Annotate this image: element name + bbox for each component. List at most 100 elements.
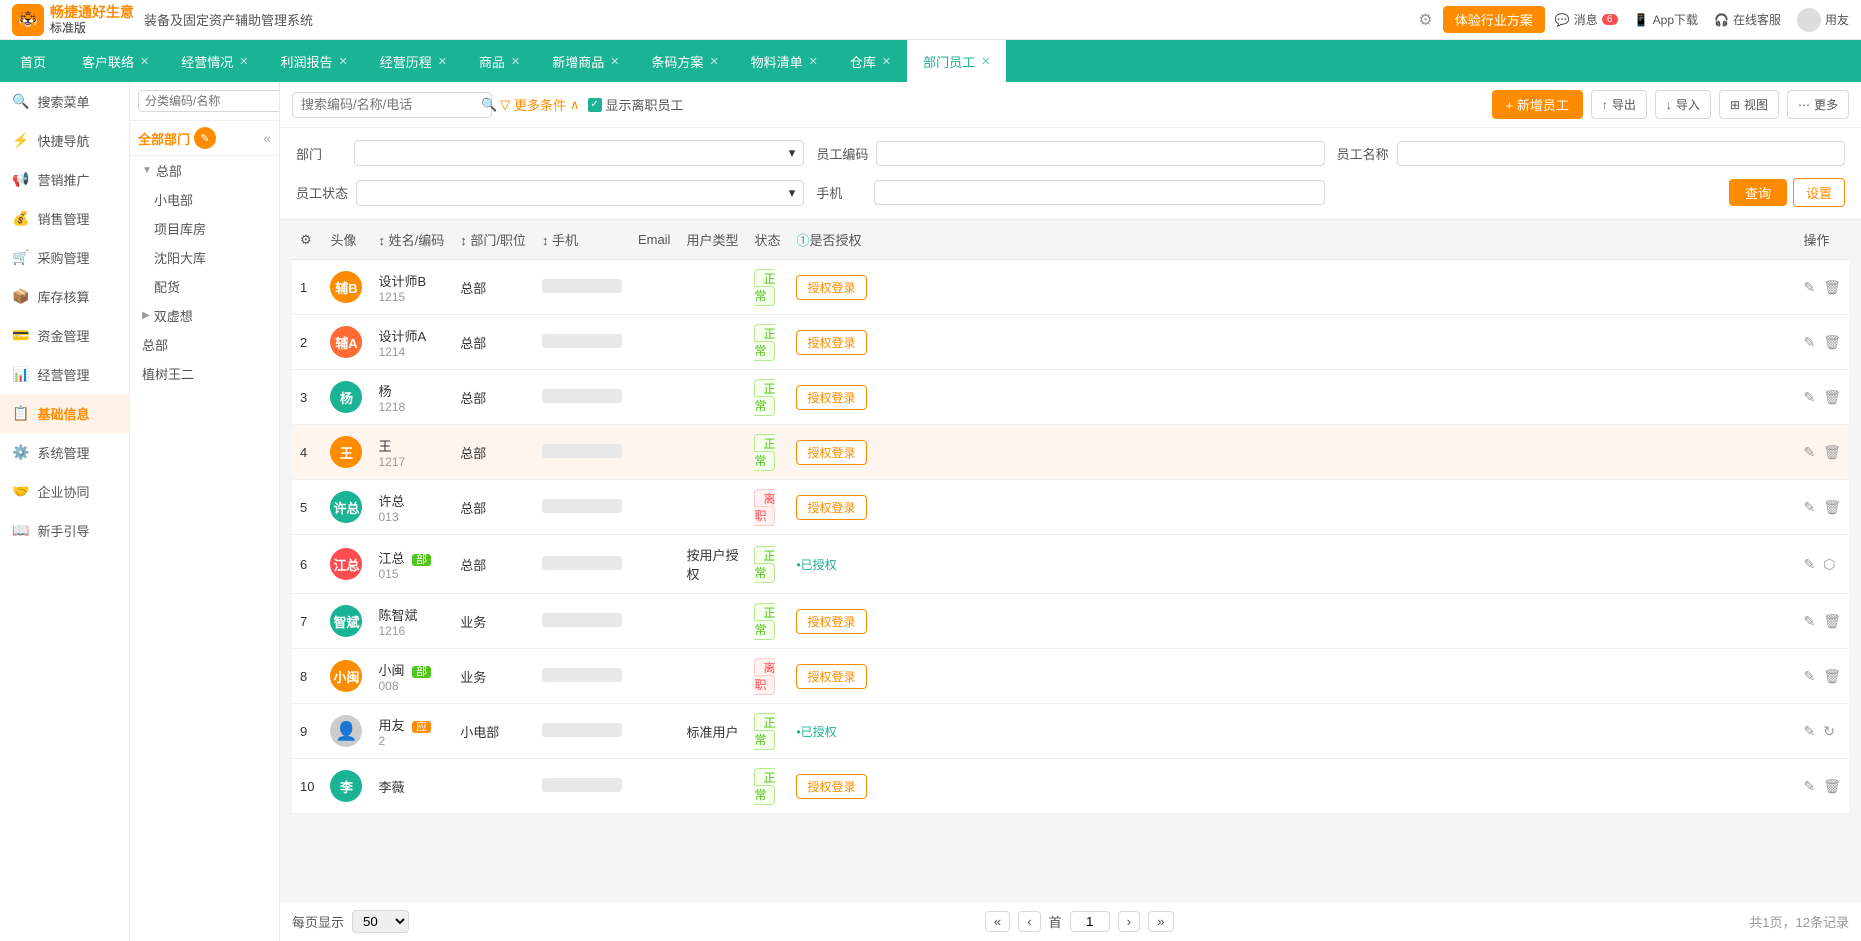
auth-login-btn[interactable]: 授权登录 [796,385,866,410]
next-page-btn[interactable]: › [1118,911,1140,932]
edit-icon[interactable]: ✎ [1803,556,1815,573]
dept-search-input[interactable] [138,90,280,112]
col-name-code[interactable]: ↕ 姓名/编码 [370,220,452,260]
delete-icon[interactable]: 🗑 [1823,668,1841,685]
edit-icon[interactable]: ✎ [1803,668,1815,685]
nav-item-bom[interactable]: 物料清单 ✕ [735,40,834,82]
lnb-item-inventory[interactable]: 📦 库存核算 [0,277,129,316]
more-ops-btn[interactable]: ⋯ 更多 [1787,90,1849,119]
auth-login-btn[interactable]: 授权登录 [796,440,866,465]
delete-icon[interactable]: 🗑 [1823,499,1841,516]
import-btn[interactable]: ↓ 导入 [1655,90,1711,119]
filter-emp-name-input[interactable] [1397,141,1845,166]
auth-login-btn[interactable]: 授权登录 [796,664,866,689]
search-input[interactable] [301,97,477,112]
settings-gear-icon[interactable]: ⚙ [1418,10,1432,30]
lnb-item-purchase[interactable]: 🛒 采购管理 [0,238,129,277]
auth-login-btn[interactable]: 授权登录 [796,774,866,799]
col-dept-position[interactable]: ↕ 部门/职位 [452,220,534,260]
set-btn[interactable]: 设置 [1793,178,1845,207]
view-btn[interactable]: ⊞ 视图 [1719,90,1779,119]
filter-dept-select[interactable]: ▾ [354,140,804,166]
auth-login-btn[interactable]: 授权登录 [796,275,866,300]
nav-item-customer[interactable]: 客户联络 ✕ [66,40,165,82]
all-dept-label[interactable]: 全部部门 [138,129,190,148]
nav-item-goods[interactable]: 商品 ✕ [463,40,536,82]
delete-icon[interactable]: 🗑 [1823,389,1841,406]
tree-child-xiaodian[interactable]: 小电部 [130,185,279,214]
app-download-btn[interactable]: 📱 App下载 [1634,11,1698,28]
add-employee-btn[interactable]: + 新增员工 [1492,90,1583,119]
last-page-btn[interactable]: » [1148,911,1173,932]
auth-login-btn[interactable]: 授权登录 [796,495,866,520]
tree-child-project[interactable]: 项目库房 [130,214,279,243]
edit-icon[interactable]: ✎ [1803,613,1815,630]
copy-icon[interactable]: ⬡ [1823,556,1835,573]
tree-node-shuangxuxiang[interactable]: ▶ 双虚想 [130,301,279,330]
user-area[interactable]: 用友 [1797,8,1849,32]
nav-item-warehouse[interactable]: 仓库 ✕ [834,40,907,82]
lnb-item-finance[interactable]: 💳 资金管理 [0,316,129,355]
tree-child-shenyang[interactable]: 沈阳大库 [130,243,279,272]
collapse-dept-icon[interactable]: « [263,130,271,146]
lnb-item-sales[interactable]: 💰 销售管理 [0,199,129,238]
nav-item-operation[interactable]: 经营情况 ✕ [165,40,264,82]
close-add-goods-tab-icon[interactable]: ✕ [610,55,619,68]
delete-icon[interactable]: 🗑 [1823,334,1841,351]
auth-login-btn[interactable]: 授权登录 [796,330,866,355]
nav-item-add-goods[interactable]: 新增商品 ✕ [536,40,635,82]
edit-icon[interactable]: ✎ [1803,778,1815,795]
close-bom-tab-icon[interactable]: ✕ [809,55,818,68]
close-warehouse-tab-icon[interactable]: ✕ [882,55,891,68]
filter-emp-status-select[interactable]: ▾ [356,180,804,206]
lnb-item-system[interactable]: ⚙️ 系统管理 [0,433,129,472]
nav-item-profit[interactable]: 利润报告 ✕ [264,40,363,82]
edit-icon[interactable]: ✎ [1803,499,1815,516]
tree-node-zongbu2[interactable]: 总部 [130,330,279,359]
edit-icon[interactable]: ✎ [1803,334,1815,351]
edit-icon[interactable]: ✎ [1803,723,1815,740]
nav-item-barcode[interactable]: 条码方案 ✕ [635,40,734,82]
close-goods-tab-icon[interactable]: ✕ [511,55,520,68]
auth-login-btn[interactable]: 授权登录 [796,609,866,634]
delete-icon[interactable]: 🗑 [1823,613,1841,630]
close-barcode-tab-icon[interactable]: ✕ [709,55,718,68]
close-dept-tab-icon[interactable]: ✕ [981,55,990,68]
tree-node-zhishu[interactable]: 植树王二 [130,359,279,388]
dept-edit-icon[interactable]: ✎ [194,127,216,149]
lnb-item-shortcut[interactable]: ⚡ 快捷导航 [0,121,129,160]
show-resigned-checkbox[interactable]: ✓ [588,98,602,112]
close-history-tab-icon[interactable]: ✕ [438,55,447,68]
delete-icon[interactable]: 🗑 [1823,444,1841,461]
prev-page-btn[interactable]: ‹ [1018,911,1040,932]
lnb-item-basic[interactable]: 📋 基础信息 [0,394,129,433]
filter-emp-code-input[interactable] [876,141,1324,166]
message-btn[interactable]: 💬 消息 6 [1555,11,1618,28]
lnb-item-search[interactable]: 🔍 搜索菜单 [0,82,129,121]
tree-child-peihuo[interactable]: 配货 [130,272,279,301]
lnb-item-management[interactable]: 📊 经营管理 [0,355,129,394]
tree-node-zongbu[interactable]: ▼ 总部 [130,156,279,185]
export-btn[interactable]: ↑ 导出 [1591,90,1647,119]
query-btn[interactable]: 查询 [1729,179,1787,206]
refresh-icon[interactable]: ↻ [1823,723,1835,740]
close-customer-tab-icon[interactable]: ✕ [140,55,149,68]
filter-phone-input[interactable] [874,180,1324,205]
first-page-btn[interactable]: « [985,911,1010,932]
experience-btn[interactable]: 体验行业方案 [1443,6,1545,33]
nav-item-history[interactable]: 经营历程 ✕ [364,40,463,82]
col-phone[interactable]: ↕ 手机 [534,220,630,260]
nav-item-dept[interactable]: 部门员工 ✕ [907,40,1006,82]
search-icon[interactable]: 🔍 [481,97,497,113]
col-settings-icon[interactable]: ⚙ [292,220,322,260]
lnb-item-cooperation[interactable]: 🤝 企业协同 [0,472,129,511]
online-service-btn[interactable]: 🎧 在线客服 [1714,11,1781,28]
nav-item-home[interactable]: 首页 [0,40,66,82]
close-profit-tab-icon[interactable]: ✕ [339,55,348,68]
more-filters-btn[interactable]: ▽ 更多条件 ∧ [500,95,580,114]
lnb-item-guide[interactable]: 📖 新手引导 [0,511,129,550]
edit-icon[interactable]: ✎ [1803,389,1815,406]
lnb-item-marketing[interactable]: 📢 营销推广 [0,160,129,199]
page-size-select[interactable]: 50 100 200 [352,910,409,933]
show-resigned-checkbox-label[interactable]: ✓ 显示离职员工 [588,95,684,114]
